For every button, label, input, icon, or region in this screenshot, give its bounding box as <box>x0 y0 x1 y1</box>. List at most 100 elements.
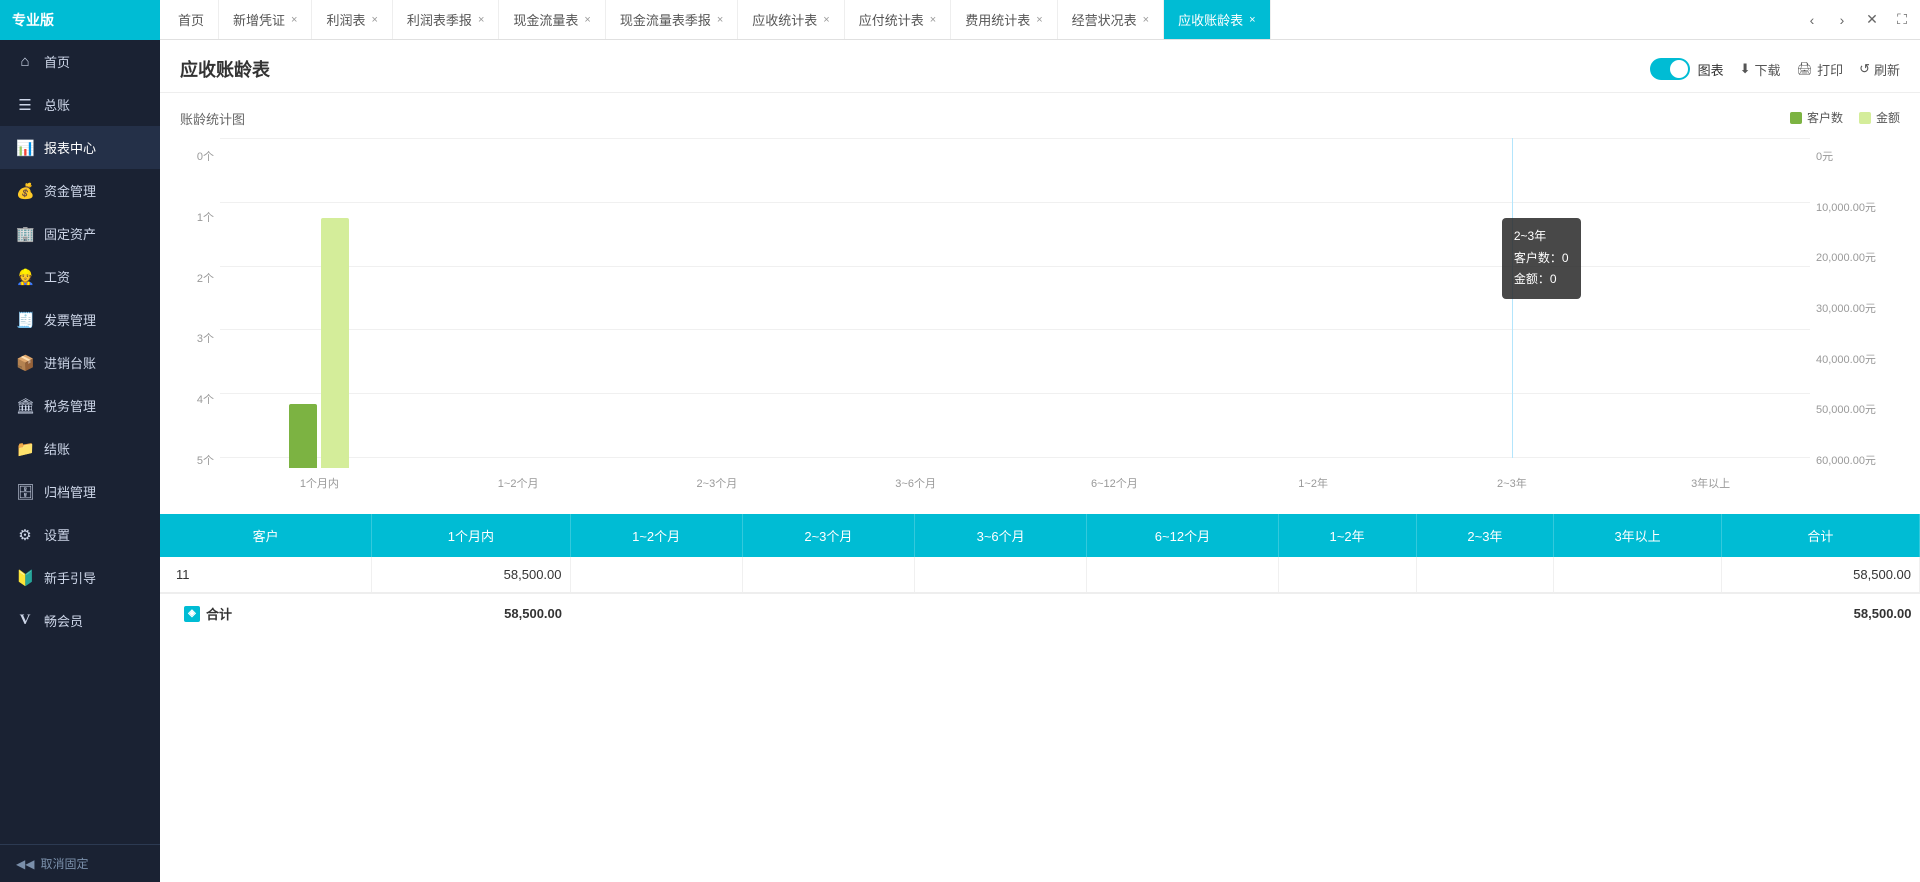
th-m2: 1~2个月 <box>570 514 742 557</box>
sidebar-item-tax[interactable]: 🏛 税务管理 <box>0 384 160 427</box>
chart-group-m1[interactable] <box>220 148 419 468</box>
archive-icon: 🗄 <box>16 483 34 501</box>
unpin-icon: ◀◀ <box>16 857 34 871</box>
page-header: 应收账龄表 图表 ⬇ 下载 🖨 打印 ↺ 刷新 <box>160 40 1920 93</box>
tab-close-all-button[interactable]: ✕ <box>1858 6 1886 34</box>
table-footer-row: ◈ 合计 58,500.00 58,500.00 <box>160 593 1920 633</box>
tab-ap-stats[interactable]: 应付统计表 × <box>845 0 951 40</box>
sidebar-item-closing[interactable]: 📁 结账 <box>0 427 160 470</box>
chart-container: 5个 4个 3个 2个 1个 0个 <box>180 138 1900 498</box>
tab-next-button[interactable]: › <box>1828 6 1856 34</box>
grid-line-5 <box>220 138 1810 139</box>
tab-profit-close[interactable]: × <box>371 14 377 26</box>
unpin-button[interactable]: ◀◀ 取消固定 <box>0 844 160 882</box>
sidebar-item-label: 首页 <box>44 52 70 71</box>
tab-home[interactable]: 首页 <box>164 0 219 40</box>
tab-business-status[interactable]: 经营状况表 × <box>1058 0 1164 40</box>
sidebar-item-assets[interactable]: 🏢 固定资产 <box>0 212 160 255</box>
chart-group-y2[interactable] <box>1214 148 1413 468</box>
print-button[interactable]: 🖨 打印 <box>1797 60 1844 79</box>
unpin-label: 取消固定 <box>40 855 88 872</box>
chart-group-m2[interactable] <box>419 148 618 468</box>
tab-business-status-close[interactable]: × <box>1143 14 1149 26</box>
tab-maximize-button[interactable]: ⛶ <box>1888 6 1916 34</box>
sidebar-item-settings[interactable]: ⚙ 设置 <box>0 513 160 556</box>
sidebar-item-funds[interactable]: 💰 资金管理 <box>0 169 160 212</box>
tab-cashflow-label: 现金流量表 <box>513 10 578 29</box>
sidebar-item-label: 进销台账 <box>44 353 96 372</box>
sidebar-item-label: 报表中心 <box>44 138 96 157</box>
sidebar-item-vip[interactable]: V 畅会员 <box>0 599 160 642</box>
sidebar-item-label: 设置 <box>44 525 70 544</box>
tab-ar-stats-close[interactable]: × <box>823 14 829 26</box>
chart-x-labels: 1个月内 1~2个月 2~3个月 3~6个月 6~12个月 1~2年 2~3年 … <box>220 468 1810 498</box>
toggle-knob[interactable] <box>1650 58 1690 80</box>
th-customer: 客户 <box>160 514 372 557</box>
vip-icon: V <box>16 612 34 629</box>
tab-prev-button[interactable]: ‹ <box>1798 6 1826 34</box>
chart-group-m3[interactable] <box>618 148 817 468</box>
legend-dot-customer <box>1790 112 1802 124</box>
y-right-label-20000: 20,000.00元 <box>1816 249 1900 265</box>
td-footer-m6 <box>915 593 1087 633</box>
tab-expense-stats[interactable]: 费用统计表 × <box>951 0 1057 40</box>
x-label-m1: 1个月内 <box>220 468 419 498</box>
th-m3: 2~3个月 <box>742 514 914 557</box>
td-over3 <box>1554 557 1721 593</box>
td-y2 <box>1278 557 1416 593</box>
tab-profit-quarterly-label: 利润表季报 <box>407 10 472 29</box>
tab-profit[interactable]: 利润表 × <box>312 0 392 40</box>
th-over3: 3年以上 <box>1554 514 1721 557</box>
legend-label-customer: 客户数 <box>1807 109 1843 126</box>
funds-icon: 💰 <box>16 182 34 200</box>
sidebar-item-payroll[interactable]: 👷 工资 <box>0 255 160 298</box>
refresh-button[interactable]: ↺ 刷新 <box>1859 60 1900 79</box>
y-right-label-40000: 40,000.00元 <box>1816 351 1900 367</box>
td-footer-y2 <box>1278 593 1416 633</box>
bar-m1-customer[interactable] <box>289 404 317 468</box>
td-footer-over3 <box>1554 593 1721 633</box>
tab-ar-aging[interactable]: 应收账龄表 × <box>1164 0 1270 40</box>
tab-ar-aging-close[interactable]: × <box>1249 14 1255 26</box>
td-footer-label: ◈ 合计 <box>160 593 372 633</box>
sidebar-item-ledger[interactable]: ☰ 总账 <box>0 83 160 126</box>
download-label: 下载 <box>1755 60 1781 79</box>
chart-group-m12[interactable] <box>1015 148 1214 468</box>
tab-ap-stats-label: 应付统计表 <box>859 10 924 29</box>
sidebar-item-label: 总账 <box>44 95 70 114</box>
legend-label-amount: 金额 <box>1876 109 1900 126</box>
y-left-label-0: 0个 <box>180 148 214 164</box>
td-m3 <box>742 557 914 593</box>
sidebar-item-reports[interactable]: 📊 报表中心 <box>0 126 160 169</box>
sidebar-item-home[interactable]: ⌂ 首页 <box>0 40 160 83</box>
tab-cashflow[interactable]: 现金流量表 × <box>499 0 605 40</box>
chart-group-over3[interactable] <box>1611 148 1810 468</box>
content-area: 账龄统计图 客户数 金额 5个 4个 3个 2个 1个 <box>160 93 1920 882</box>
td-footer-m1: 58,500.00 <box>372 593 570 633</box>
tab-ar-stats[interactable]: 应收统计表 × <box>738 0 844 40</box>
tab-profit-quarterly-close[interactable]: × <box>478 14 484 26</box>
x-label-y2: 1~2年 <box>1214 468 1413 498</box>
print-icon: 🖨 <box>1797 61 1814 77</box>
sidebar-item-invoice[interactable]: 🧾 发票管理 <box>0 298 160 341</box>
sidebar-item-guide[interactable]: 🔰 新手引导 <box>0 556 160 599</box>
tab-ap-stats-close[interactable]: × <box>930 14 936 26</box>
chart-toggle[interactable]: 图表 <box>1650 58 1724 80</box>
tab-voucher[interactable]: 新增凭证 × <box>219 0 312 40</box>
tab-expense-stats-close[interactable]: × <box>1036 14 1042 26</box>
x-label-m12: 6~12个月 <box>1015 468 1214 498</box>
bar-m1-amount[interactable] <box>321 218 349 468</box>
chart-group-m6[interactable] <box>816 148 1015 468</box>
tab-cashflow-close[interactable]: × <box>584 14 590 26</box>
assets-icon: 🏢 <box>16 225 34 243</box>
sidebar-item-archive[interactable]: 🗄 归档管理 <box>0 470 160 513</box>
chart-main: 2~3年 客户数：0 金额：0 1个月内 1~2个月 2~3个月 3~6个月 6… <box>220 138 1810 498</box>
sidebar-item-stockledger[interactable]: 📦 进销台账 <box>0 341 160 384</box>
download-button[interactable]: ⬇ 下载 <box>1740 60 1781 79</box>
tab-voucher-close[interactable]: × <box>291 14 297 26</box>
tab-profit-quarterly[interactable]: 利润表季报 × <box>393 0 499 40</box>
tab-cashflow-quarterly-close[interactable]: × <box>717 14 723 26</box>
tab-cashflow-quarterly[interactable]: 现金流量表季报 × <box>606 0 738 40</box>
td-m6 <box>915 557 1087 593</box>
chart-group-y3[interactable] <box>1413 148 1612 468</box>
